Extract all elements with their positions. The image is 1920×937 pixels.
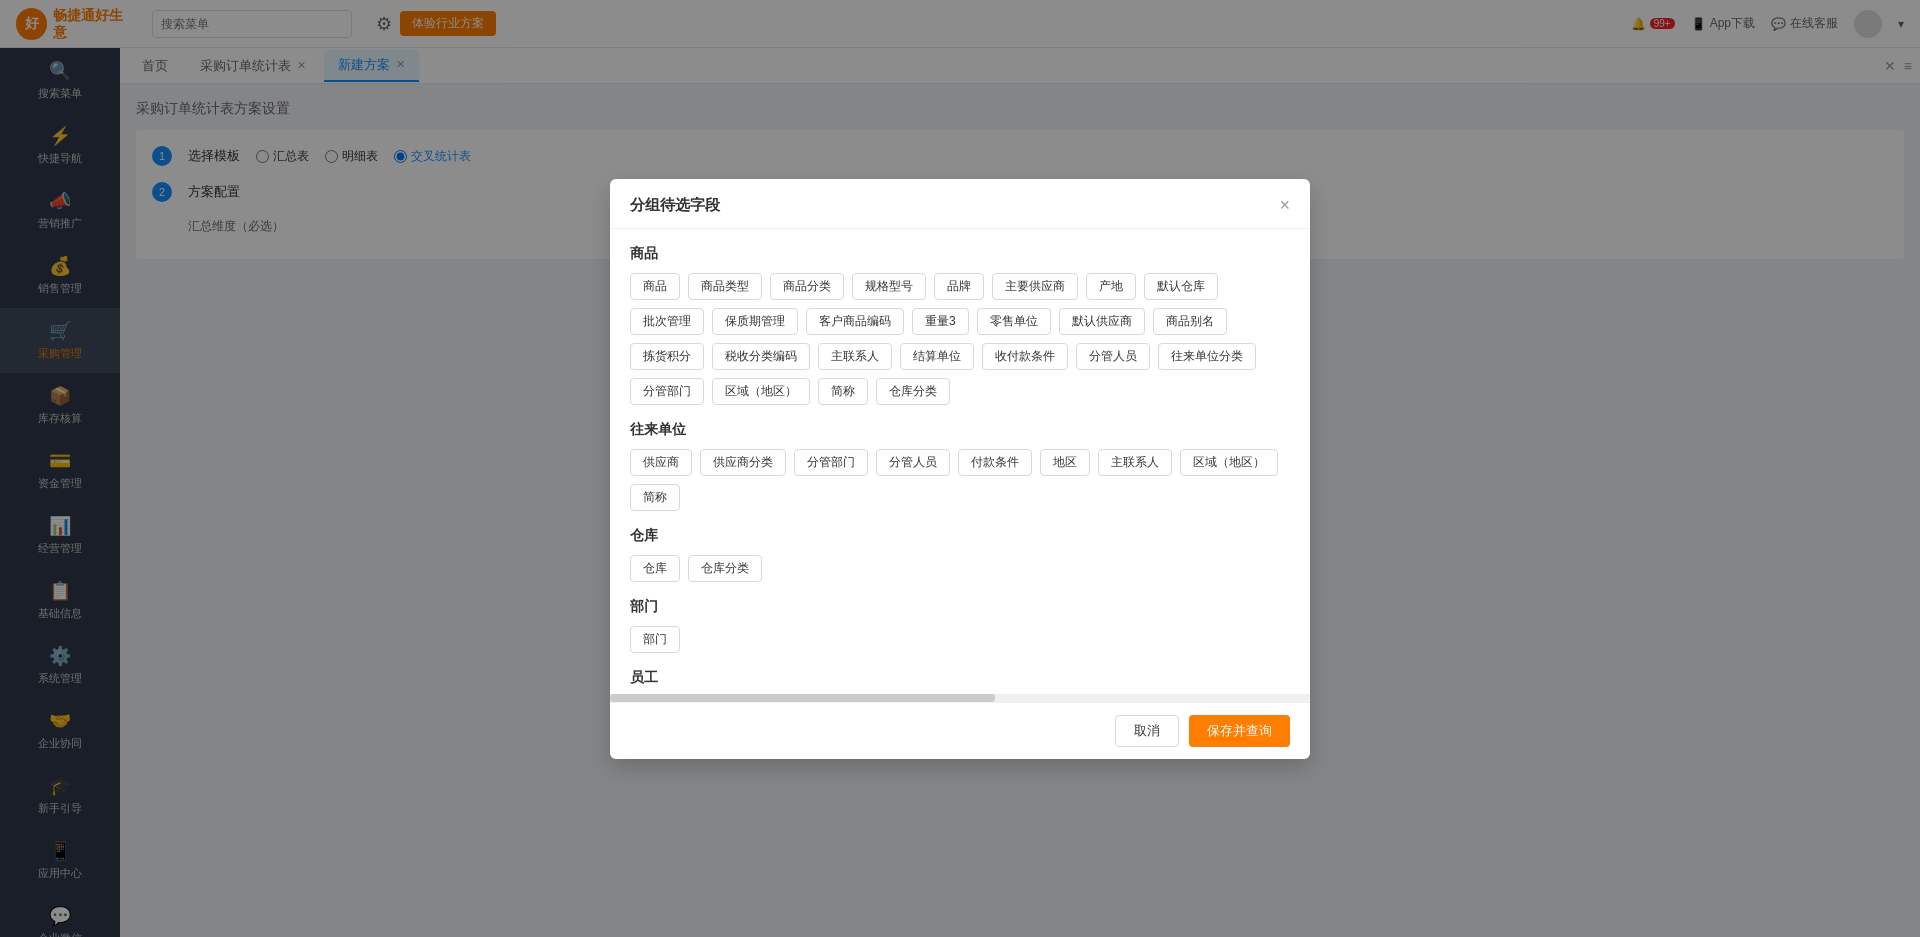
field-tag-0-16[interactable]: 税收分类编码 bbox=[712, 343, 810, 370]
field-tag-0-12[interactable]: 零售单位 bbox=[977, 308, 1051, 335]
field-tag-0-6[interactable]: 产地 bbox=[1086, 273, 1136, 300]
field-tag-1-4[interactable]: 付款条件 bbox=[958, 449, 1032, 476]
field-tag-0-13[interactable]: 默认供应商 bbox=[1059, 308, 1145, 335]
section-1: 往来单位供应商供应商分类分管部门分管人员付款条件地区主联系人区域（地区） 简称 bbox=[630, 421, 1290, 511]
field-tag-0-3[interactable]: 规格型号 bbox=[852, 273, 926, 300]
section-title-1: 往来单位 bbox=[630, 421, 1290, 439]
field-tag-0-22[interactable]: 分管部门 bbox=[630, 378, 704, 405]
field-tag-0-15[interactable]: 拣货积分 bbox=[630, 343, 704, 370]
cancel-button[interactable]: 取消 bbox=[1115, 715, 1179, 747]
field-tag-0-24[interactable]: 简称 bbox=[818, 378, 868, 405]
section-title-3: 部门 bbox=[630, 598, 1290, 616]
field-tag-1-0[interactable]: 供应商 bbox=[630, 449, 692, 476]
field-tag-0-20[interactable]: 分管人员 bbox=[1076, 343, 1150, 370]
field-tag-1-3[interactable]: 分管人员 bbox=[876, 449, 950, 476]
modal-footer: 取消 保存并查询 bbox=[610, 702, 1310, 759]
field-tag-0-23[interactable]: 区域（地区） bbox=[712, 378, 810, 405]
field-tag-0-14[interactable]: 商品别名 bbox=[1153, 308, 1227, 335]
modal-header: 分组待选字段 × bbox=[610, 179, 1310, 229]
field-tag-0-9[interactable]: 保质期管理 bbox=[712, 308, 798, 335]
field-tag-1-2[interactable]: 分管部门 bbox=[794, 449, 868, 476]
field-tag-0-0[interactable]: 商品 bbox=[630, 273, 680, 300]
field-tag-2-0[interactable]: 仓库 bbox=[630, 555, 680, 582]
field-tag-3-0[interactable]: 部门 bbox=[630, 626, 680, 653]
section-tags-0: 商品商品类型商品分类规格型号品牌主要供应商产地默认仓库批次管理保质期管理客户商品… bbox=[630, 273, 1290, 405]
save-query-button[interactable]: 保存并查询 bbox=[1189, 715, 1290, 747]
field-tag-1-1[interactable]: 供应商分类 bbox=[700, 449, 786, 476]
field-tag-1-8[interactable]: 简称 bbox=[630, 484, 680, 511]
section-3: 部门部门 bbox=[630, 598, 1290, 653]
modal-title: 分组待选字段 bbox=[630, 196, 720, 215]
section-title-4: 员工 bbox=[630, 669, 1290, 687]
field-tag-0-21[interactable]: 往来单位分类 bbox=[1158, 343, 1256, 370]
section-tags-2: 仓库仓库分类 bbox=[630, 555, 1290, 582]
field-tag-0-19[interactable]: 收付款条件 bbox=[982, 343, 1068, 370]
section-tags-1: 供应商供应商分类分管部门分管人员付款条件地区主联系人区域（地区） 简称 bbox=[630, 449, 1290, 511]
field-tag-0-18[interactable]: 结算单位 bbox=[900, 343, 974, 370]
section-4: 员工业务员 bbox=[630, 669, 1290, 694]
modal-overlay: 分组待选字段 × 商品商品商品类型商品分类规格型号品牌主要供应商产地默认仓库批次… bbox=[0, 0, 1920, 937]
field-tag-0-2[interactable]: 商品分类 bbox=[770, 273, 844, 300]
field-tag-1-5[interactable]: 地区 bbox=[1040, 449, 1090, 476]
field-tag-0-17[interactable]: 主联系人 bbox=[818, 343, 892, 370]
field-tag-0-7[interactable]: 默认仓库 bbox=[1144, 273, 1218, 300]
field-tag-2-1[interactable]: 仓库分类 bbox=[688, 555, 762, 582]
field-tag-0-4[interactable]: 品牌 bbox=[934, 273, 984, 300]
field-tag-0-1[interactable]: 商品类型 bbox=[688, 273, 762, 300]
field-tag-1-7[interactable]: 区域（地区） bbox=[1180, 449, 1278, 476]
section-tags-3: 部门 bbox=[630, 626, 1290, 653]
field-tag-0-5[interactable]: 主要供应商 bbox=[992, 273, 1078, 300]
field-tag-0-8[interactable]: 批次管理 bbox=[630, 308, 704, 335]
field-tag-0-25[interactable]: 仓库分类 bbox=[876, 378, 950, 405]
scrollbar-thumb bbox=[610, 694, 995, 702]
field-tag-0-10[interactable]: 客户商品编码 bbox=[806, 308, 904, 335]
modal-close-btn[interactable]: × bbox=[1279, 195, 1290, 216]
horizontal-scrollbar[interactable] bbox=[610, 694, 1310, 702]
modal: 分组待选字段 × 商品商品商品类型商品分类规格型号品牌主要供应商产地默认仓库批次… bbox=[610, 179, 1310, 759]
section-2: 仓库仓库仓库分类 bbox=[630, 527, 1290, 582]
section-title-0: 商品 bbox=[630, 245, 1290, 263]
field-tag-1-6[interactable]: 主联系人 bbox=[1098, 449, 1172, 476]
section-title-2: 仓库 bbox=[630, 527, 1290, 545]
modal-body: 商品商品商品类型商品分类规格型号品牌主要供应商产地默认仓库批次管理保质期管理客户… bbox=[610, 229, 1310, 694]
field-tag-0-11[interactable]: 重量3 bbox=[912, 308, 969, 335]
section-0: 商品商品商品类型商品分类规格型号品牌主要供应商产地默认仓库批次管理保质期管理客户… bbox=[630, 245, 1290, 405]
